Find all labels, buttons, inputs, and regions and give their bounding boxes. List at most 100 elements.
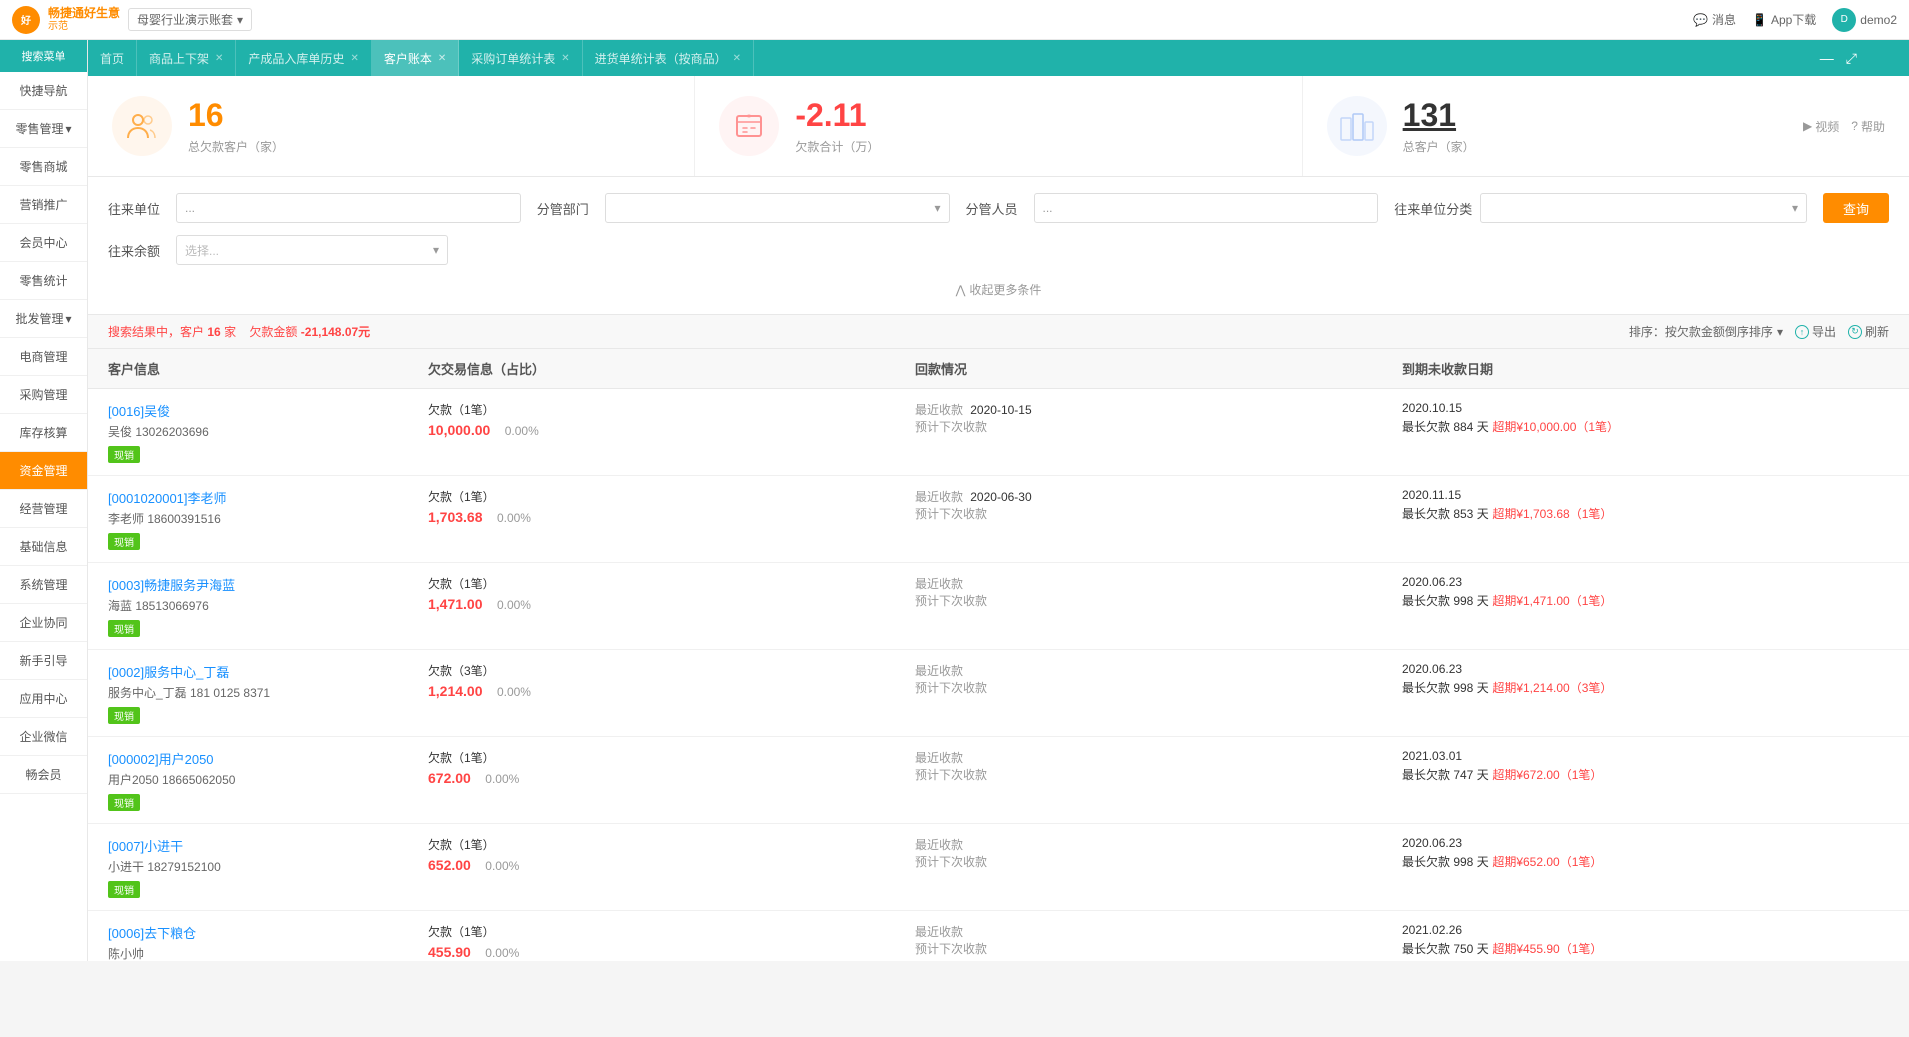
app-logo: 好 bbox=[12, 6, 40, 34]
stat-value-total-customers: 131 bbox=[1403, 97, 1475, 134]
collapse-filter-btn[interactable]: ⋀ 收起更多条件 bbox=[108, 277, 1889, 306]
customer-name-6[interactable]: [0007]小进干 bbox=[108, 836, 428, 855]
filter-unit-category: 往来单位分类 ▾ bbox=[1394, 193, 1807, 223]
sidebar-item-retail-mgmt[interactable]: 零售管理▾ bbox=[0, 110, 87, 148]
dropdown-icon: ▾ bbox=[237, 13, 243, 27]
customer-cell-7: [0006]去下粮仓 陈小帅 现销 bbox=[108, 923, 428, 961]
tab-incoming-stats[interactable]: 进货单统计表（按商品） ✕ bbox=[583, 40, 754, 76]
tab-close-incoming-stats[interactable]: ✕ bbox=[733, 53, 741, 64]
debt-percent-4: 0.00% bbox=[497, 685, 531, 699]
balance-input[interactable]: 选择... ▾ bbox=[176, 235, 448, 265]
user-avatar: D bbox=[1832, 8, 1856, 32]
tab-purchase-stats[interactable]: 采购订单统计表 ✕ bbox=[459, 40, 582, 76]
sidebar-item-purchase[interactable]: 采购管理 bbox=[0, 376, 87, 414]
debt-percent-6: 0.00% bbox=[485, 859, 519, 873]
tab-close-customer-account[interactable]: ✕ bbox=[438, 53, 446, 64]
tab-maximize-btn[interactable]: ⤢ bbox=[1842, 50, 1861, 67]
overdue-amount-3[interactable]: 超期¥1,471.00（1笔） bbox=[1492, 594, 1612, 608]
refresh-label: 刷新 bbox=[1865, 323, 1889, 340]
tab-close-product-status[interactable]: ✕ bbox=[215, 53, 223, 64]
sidebar-item-retail-mall[interactable]: 零售商城 bbox=[0, 148, 87, 186]
search-menu-btn[interactable]: 搜索菜单 bbox=[0, 40, 87, 72]
sidebar-item-inventory[interactable]: 库存核算 bbox=[0, 414, 87, 452]
table-row: [0007]小进干 小进干 18279152100 现销 欠款（1笔） 652.… bbox=[88, 824, 1909, 911]
sort-arrow-icon: ▾ bbox=[1777, 325, 1783, 339]
stats-row: 16 总欠款客户（家） -2.11 欠款合计（万） bbox=[88, 76, 1909, 177]
sidebar-item-wechat[interactable]: 企业微信 bbox=[0, 718, 87, 756]
stat-icon-debt bbox=[719, 96, 779, 156]
overdue-amount-5[interactable]: 超期¥672.00（1笔） bbox=[1492, 768, 1602, 782]
person-input[interactable]: ... bbox=[1034, 193, 1379, 223]
customer-tag-4: 现销 bbox=[108, 707, 140, 724]
video-link[interactable]: ▶ 视频 bbox=[1803, 118, 1839, 135]
user-menu[interactable]: D demo2 bbox=[1832, 8, 1897, 32]
tab-close-product-history[interactable]: ✕ bbox=[350, 53, 358, 64]
customer-count: 16 bbox=[207, 325, 220, 339]
tab-product-status[interactable]: 商品上下架 ✕ bbox=[137, 40, 236, 76]
customer-name-2[interactable]: [0001020001]李老师 bbox=[108, 488, 428, 507]
message-btn[interactable]: 💬 消息 bbox=[1693, 11, 1736, 28]
debt-cell-2: 欠款（1笔） 1,703.68 0.00% bbox=[428, 488, 915, 550]
overdue-amount-2[interactable]: 超期¥1,703.68（1笔） bbox=[1492, 507, 1612, 521]
overdue-amount-7[interactable]: 超期¥455.90（1笔） bbox=[1492, 942, 1602, 956]
sidebar-item-apps[interactable]: 应用中心 bbox=[0, 680, 87, 718]
sidebar-item-basic-info[interactable]: 基础信息 bbox=[0, 528, 87, 566]
overdue-amount-6[interactable]: 超期¥652.00（1笔） bbox=[1492, 855, 1602, 869]
sidebar-item-vip[interactable]: 畅会员 bbox=[0, 756, 87, 794]
customer-name-7[interactable]: [0006]去下粮仓 bbox=[108, 923, 428, 942]
help-link[interactable]: ? 帮助 bbox=[1851, 118, 1885, 135]
sidebar-item-member[interactable]: 会员中心 bbox=[0, 224, 87, 262]
sort-selector[interactable]: 排序：按欠款金额倒序排序 ▾ bbox=[1629, 323, 1783, 340]
data-table: 客户信息 欠交易信息（占比） 回款情况 到期未收款日期 [0016]吴俊 吴俊 … bbox=[88, 349, 1909, 961]
sidebar-item-marketing[interactable]: 营销推广 bbox=[0, 186, 87, 224]
stat-card-debt-total: -2.11 欠款合计（万） bbox=[695, 76, 1302, 176]
overdue-amount-1[interactable]: 超期¥10,000.00（1笔） bbox=[1492, 420, 1619, 434]
sidebar-item-system[interactable]: 系统管理 bbox=[0, 566, 87, 604]
source-unit-input[interactable]: ... bbox=[176, 193, 521, 223]
col-header-customer: 客户信息 bbox=[108, 359, 428, 378]
table-row: [0003]畅捷服务尹海蓝 海蓝 18513066976 现销 欠款（1笔） 1… bbox=[88, 563, 1909, 650]
help-icon: ? bbox=[1851, 119, 1858, 133]
unit-category-input[interactable]: ▾ bbox=[1480, 193, 1807, 223]
app-icon: 📱 bbox=[1752, 13, 1767, 27]
debt-amount-2: 1,703.68 bbox=[428, 509, 483, 525]
results-info: 搜索结果中，客户 16 家 欠款金额 -21,148.07元 bbox=[108, 323, 370, 340]
main-content: 16 总欠款客户（家） -2.11 欠款合计（万） bbox=[88, 76, 1909, 961]
stat-links: ▶ 视频 ? 帮助 bbox=[1803, 118, 1885, 135]
export-btn[interactable]: ↑ 导出 bbox=[1795, 323, 1836, 340]
logo-area: 好 畅捷通好生意 示范 母婴行业演示账套 ▾ bbox=[12, 6, 252, 34]
customer-tag-1: 现销 bbox=[108, 446, 140, 463]
customer-name-1[interactable]: [0016]吴俊 bbox=[108, 401, 428, 420]
sidebar-item-wholesale[interactable]: 批发管理▾ bbox=[0, 300, 87, 338]
company-selector[interactable]: 母婴行业演示账套 ▾ bbox=[128, 8, 252, 31]
sidebar-item-finance[interactable]: 资金管理 bbox=[0, 452, 87, 490]
tab-minimize-btn[interactable]: — bbox=[1816, 50, 1838, 66]
tab-customer-account[interactable]: 客户账本 ✕ bbox=[372, 40, 459, 76]
refresh-icon: ↻ bbox=[1848, 325, 1862, 339]
quick-nav[interactable]: 快捷导航 bbox=[0, 72, 87, 110]
customer-name-5[interactable]: [000002]用户2050 bbox=[108, 749, 428, 768]
tab-close-purchase-stats[interactable]: ✕ bbox=[561, 53, 569, 64]
tab-product-history[interactable]: 产成品入库单历史 ✕ bbox=[236, 40, 371, 76]
sidebar-item-ecommerce[interactable]: 电商管理 bbox=[0, 338, 87, 376]
dept-input[interactable]: ▾ bbox=[605, 193, 950, 223]
sidebar-item-guide[interactable]: 新手引导 bbox=[0, 642, 87, 680]
results-text-1: 搜索结果中，客户 bbox=[108, 325, 204, 339]
stat-card-total-customers: 131 总客户（家） ▶ 视频 ? 帮助 bbox=[1303, 76, 1909, 176]
customer-contact-6: 小进干 18279152100 bbox=[108, 858, 428, 875]
customer-tag-2: 现销 bbox=[108, 533, 140, 550]
customer-name-3[interactable]: [0003]畅捷服务尹海蓝 bbox=[108, 575, 428, 594]
overdue-amount-4[interactable]: 超期¥1,214.00（3笔） bbox=[1492, 681, 1612, 695]
app-download-btn[interactable]: 📱 App下载 bbox=[1752, 11, 1816, 28]
refresh-btn[interactable]: ↻ 刷新 bbox=[1848, 323, 1889, 340]
tab-home[interactable]: 首页 bbox=[88, 40, 137, 76]
message-label: 消息 bbox=[1712, 11, 1736, 28]
debt-amount-1: 10,000.00 bbox=[428, 422, 490, 438]
sidebar-item-collab[interactable]: 企业协同 bbox=[0, 604, 87, 642]
sidebar-item-business[interactable]: 经营管理 bbox=[0, 490, 87, 528]
customer-name-4[interactable]: [0002]服务中心_丁磊 bbox=[108, 662, 428, 681]
debt-cell-3: 欠款（1笔） 1,471.00 0.00% bbox=[428, 575, 915, 637]
search-button[interactable]: 查询 bbox=[1823, 193, 1889, 223]
sidebar-item-retail-stats[interactable]: 零售统计 bbox=[0, 262, 87, 300]
debt-percent-2: 0.00% bbox=[497, 511, 531, 525]
